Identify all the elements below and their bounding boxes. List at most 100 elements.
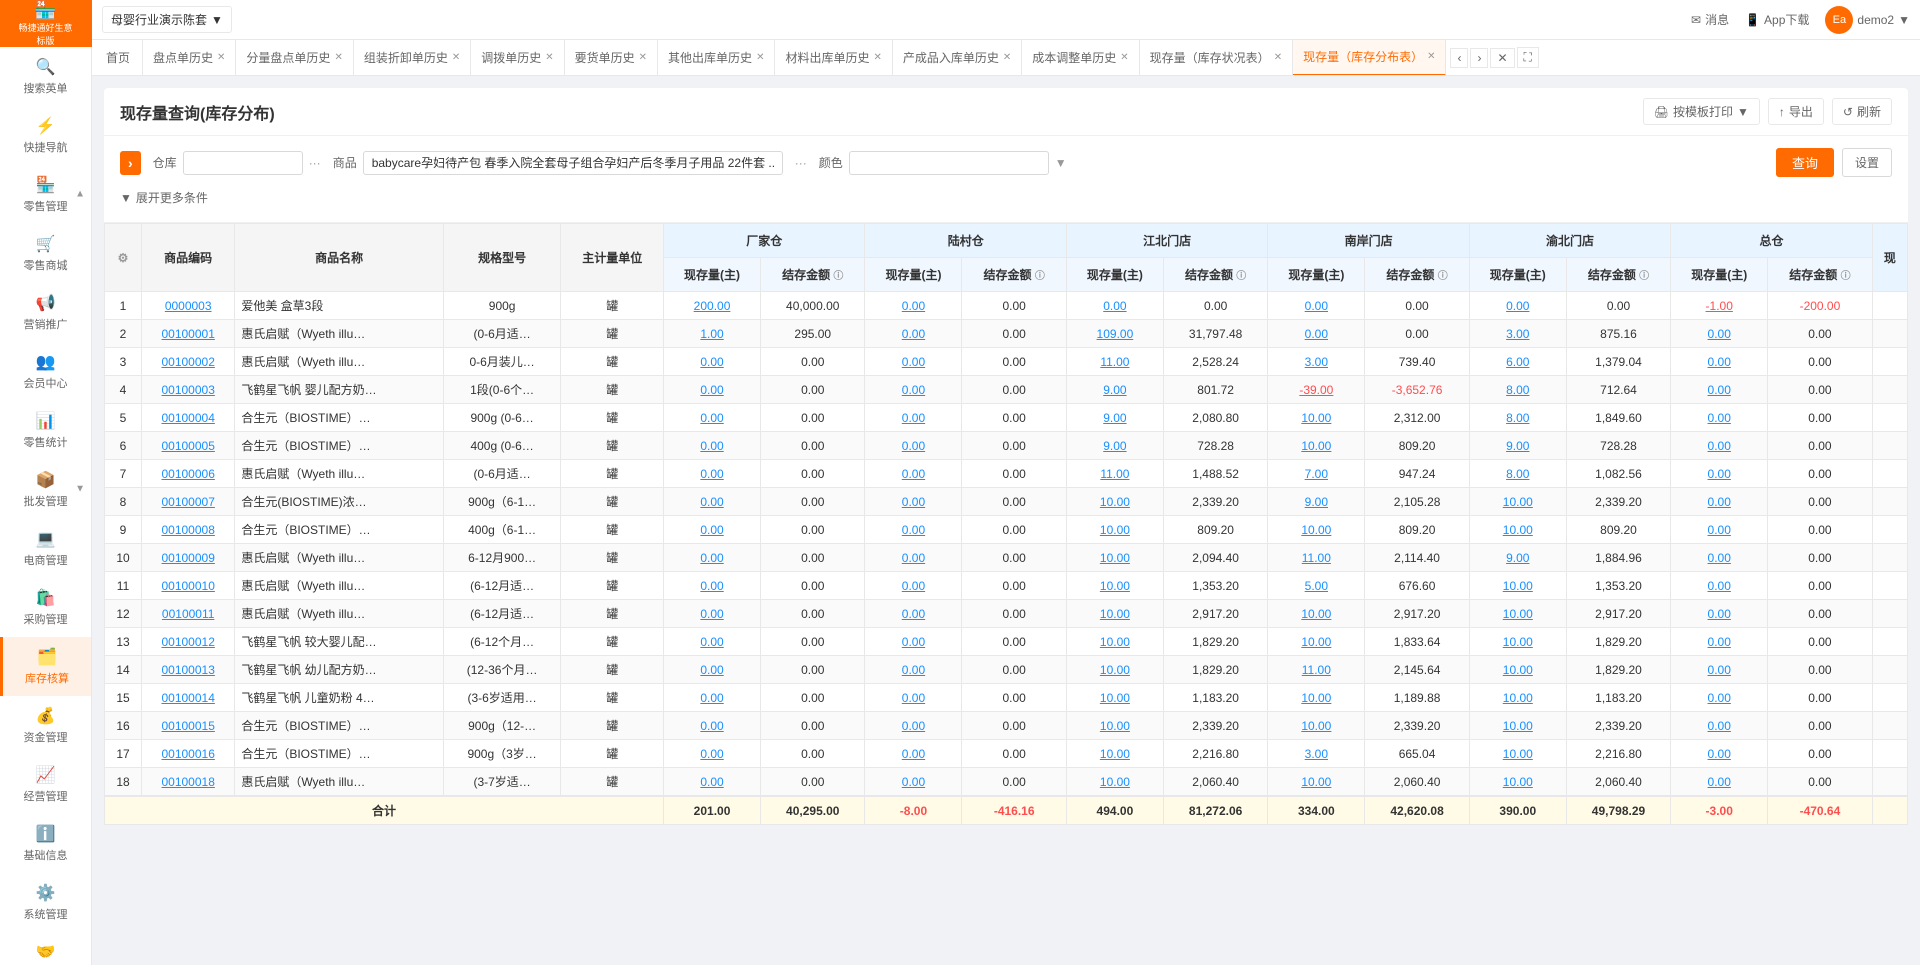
sidebar-item-search[interactable]: 🔍 搜索英单	[0, 47, 91, 106]
tab-other-out[interactable]: 其他出库单历史 ✕	[658, 40, 775, 76]
tab-home[interactable]: 首页	[94, 40, 143, 76]
tab-close-all-btn[interactable]: ✕	[1490, 48, 1514, 68]
cell-code[interactable]: 00100009	[142, 544, 235, 572]
cell-total-qty[interactable]: 0.00	[1671, 600, 1768, 628]
cell-yb-qty[interactable]: 10.00	[1469, 488, 1566, 516]
cell-na-qty[interactable]: 11.00	[1268, 656, 1365, 684]
cell-yb-qty[interactable]: 6.00	[1469, 348, 1566, 376]
color-dropdown-icon[interactable]: ▼	[1055, 156, 1067, 170]
cell-factory-qty[interactable]: 0.00	[664, 488, 761, 516]
settings-icon[interactable]: ⚙	[118, 251, 129, 265]
cell-lu-qty[interactable]: 0.00	[865, 432, 962, 460]
cell-lu-qty[interactable]: 0.00	[865, 628, 962, 656]
sidebar-item-marketing[interactable]: 📢 营销推广	[0, 283, 91, 342]
cell-factory-qty[interactable]: 0.00	[664, 544, 761, 572]
cell-na-qty[interactable]: 3.00	[1268, 740, 1365, 768]
cell-jb-qty[interactable]: 10.00	[1066, 544, 1163, 572]
cell-factory-qty[interactable]: 0.00	[664, 600, 761, 628]
cell-factory-qty[interactable]: 0.00	[664, 376, 761, 404]
cell-code[interactable]: 00100011	[142, 600, 235, 628]
cell-na-qty[interactable]: 10.00	[1268, 628, 1365, 656]
cell-na-qty[interactable]: 3.00	[1268, 348, 1365, 376]
cell-total-qty[interactable]: 0.00	[1671, 460, 1768, 488]
cell-jb-qty[interactable]: 10.00	[1066, 712, 1163, 740]
cell-total-qty[interactable]: 0.00	[1671, 656, 1768, 684]
cell-na-qty[interactable]: 10.00	[1268, 404, 1365, 432]
tab-close-icon[interactable]: ✕	[452, 52, 460, 63]
cell-code[interactable]: 00100007	[142, 488, 235, 516]
cell-factory-qty[interactable]: 0.00	[664, 628, 761, 656]
warehouse-dots[interactable]: ···	[309, 156, 321, 170]
cell-factory-qty[interactable]: 200.00	[664, 292, 761, 320]
cell-jb-qty[interactable]: 10.00	[1066, 768, 1163, 797]
cell-total-qty[interactable]: 0.00	[1671, 488, 1768, 516]
filter-toggle-btn[interactable]: ›	[120, 151, 141, 175]
cell-factory-qty[interactable]: 0.00	[664, 656, 761, 684]
cell-factory-qty[interactable]: 0.00	[664, 572, 761, 600]
product-input[interactable]	[363, 151, 783, 175]
th-settings[interactable]: ⚙	[105, 224, 142, 292]
cell-code[interactable]: 00100006	[142, 460, 235, 488]
cell-yb-qty[interactable]: 8.00	[1469, 404, 1566, 432]
cell-lu-qty[interactable]: 0.00	[865, 516, 962, 544]
cell-na-qty[interactable]: 10.00	[1268, 712, 1365, 740]
cell-yb-qty[interactable]: 10.00	[1469, 656, 1566, 684]
cell-jb-qty[interactable]: 10.00	[1066, 684, 1163, 712]
refresh-btn[interactable]: ↺ 刷新	[1832, 98, 1892, 125]
cell-lu-qty[interactable]: 0.00	[865, 544, 962, 572]
sidebar-item-stats[interactable]: 📊 零售统计	[0, 401, 91, 460]
cell-na-qty[interactable]: 11.00	[1268, 544, 1365, 572]
cell-na-qty[interactable]: 5.00	[1268, 572, 1365, 600]
cell-factory-qty[interactable]: 0.00	[664, 712, 761, 740]
cell-lu-qty[interactable]: 0.00	[865, 376, 962, 404]
cell-na-qty[interactable]: 10.00	[1268, 516, 1365, 544]
cell-na-qty[interactable]: 0.00	[1268, 320, 1365, 348]
sidebar-item-cooperation[interactable]: 🤝 企业协同	[0, 932, 91, 965]
cell-jb-qty[interactable]: 10.00	[1066, 516, 1163, 544]
cell-lu-qty[interactable]: 0.00	[865, 292, 962, 320]
cell-na-qty[interactable]: 10.00	[1268, 432, 1365, 460]
cell-code[interactable]: 00100004	[142, 404, 235, 432]
org-dropdown[interactable]: 母婴行业演示陈套 ▼	[102, 6, 232, 33]
cell-jb-qty[interactable]: 10.00	[1066, 572, 1163, 600]
cell-yb-qty[interactable]: 10.00	[1469, 768, 1566, 797]
cell-factory-qty[interactable]: 0.00	[664, 768, 761, 797]
cell-total-qty[interactable]: 0.00	[1671, 712, 1768, 740]
cell-factory-qty[interactable]: 0.00	[664, 460, 761, 488]
cell-factory-qty[interactable]: 0.00	[664, 404, 761, 432]
cell-yb-qty[interactable]: 9.00	[1469, 432, 1566, 460]
cell-jb-qty[interactable]: 10.00	[1066, 656, 1163, 684]
cell-code[interactable]: 00100001	[142, 320, 235, 348]
cell-code[interactable]: 00100013	[142, 656, 235, 684]
cell-jb-qty[interactable]: 10.00	[1066, 628, 1163, 656]
cell-jb-qty[interactable]: 10.00	[1066, 600, 1163, 628]
sidebar-item-mall[interactable]: 🛒 零售商城	[0, 224, 91, 283]
color-input[interactable]	[849, 151, 1049, 175]
tab-close-icon[interactable]: ✕	[756, 52, 764, 63]
tab-close-icon[interactable]: ✕	[334, 52, 342, 63]
cell-na-qty[interactable]: 10.00	[1268, 600, 1365, 628]
cell-na-qty[interactable]: 10.00	[1268, 684, 1365, 712]
cell-lu-qty[interactable]: 0.00	[865, 684, 962, 712]
expand-btn[interactable]: ▼ 展开更多条件	[120, 185, 1892, 210]
cell-factory-qty[interactable]: 0.00	[664, 432, 761, 460]
cell-yb-qty[interactable]: 10.00	[1469, 740, 1566, 768]
cell-jb-qty[interactable]: 0.00	[1066, 292, 1163, 320]
cell-yb-qty[interactable]: 10.00	[1469, 572, 1566, 600]
cell-code[interactable]: 00100008	[142, 516, 235, 544]
cell-factory-qty[interactable]: 0.00	[664, 740, 761, 768]
tab-expand-btn[interactable]: ⛶	[1517, 47, 1539, 68]
cell-yb-qty[interactable]: 10.00	[1469, 684, 1566, 712]
cell-jb-qty[interactable]: 9.00	[1066, 432, 1163, 460]
cell-total-qty[interactable]: 0.00	[1671, 740, 1768, 768]
warehouse-input[interactable]	[183, 151, 303, 175]
tab-transfer[interactable]: 调拨单历史 ✕	[471, 40, 564, 76]
cell-yb-qty[interactable]: 8.00	[1469, 460, 1566, 488]
tab-close-icon[interactable]: ✕	[545, 52, 553, 63]
cell-total-qty[interactable]: 0.00	[1671, 432, 1768, 460]
sidebar-item-finance[interactable]: 💰 资金管理	[0, 696, 91, 755]
cell-code[interactable]: 00100015	[142, 712, 235, 740]
cell-lu-qty[interactable]: 0.00	[865, 740, 962, 768]
product-dots[interactable]: ···	[795, 156, 807, 170]
cell-total-qty[interactable]: 0.00	[1671, 684, 1768, 712]
